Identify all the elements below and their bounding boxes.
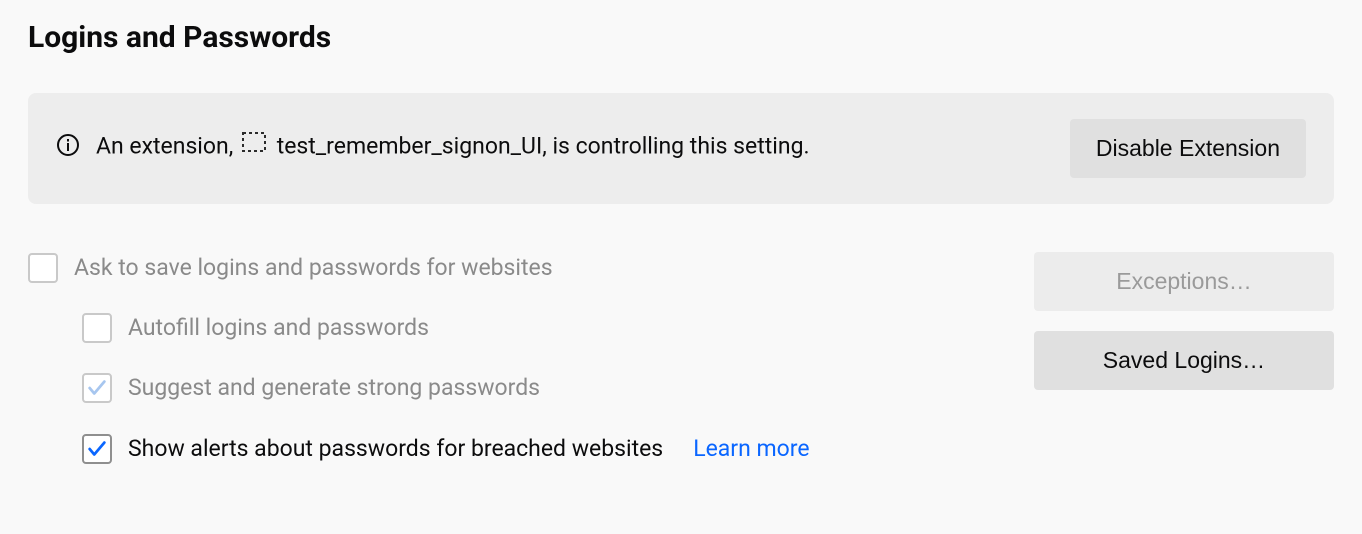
option-breach-alerts: Show alerts about passwords for breached… (82, 433, 994, 465)
label-suggest-generate: Suggest and generate strong passwords (128, 372, 540, 404)
exceptions-button: Exceptions… (1034, 252, 1334, 311)
options-list: Ask to save logins and passwords for web… (28, 252, 994, 465)
notice-content: An extension, test_remember_signon_UI, i… (56, 129, 1030, 168)
option-autofill: Autofill logins and passwords (82, 312, 994, 344)
label-ask-save: Ask to save logins and passwords for web… (74, 252, 553, 284)
learn-more-link[interactable]: Learn more (693, 433, 809, 465)
checkbox-suggest-generate (82, 373, 112, 403)
extension-notice: An extension, test_remember_signon_UI, i… (28, 93, 1334, 204)
extension-icon (241, 129, 267, 166)
notice-prefix: An extension, (96, 133, 233, 160)
options-buttons: Exceptions… Saved Logins… (1034, 252, 1334, 390)
info-icon (56, 133, 80, 168)
notice-extension-name: test_remember_signon_UI (277, 133, 543, 160)
option-suggest-generate: Suggest and generate strong passwords (82, 372, 994, 404)
notice-text: An extension, test_remember_signon_UI, i… (96, 129, 810, 166)
options-area: Ask to save logins and passwords for web… (28, 252, 1334, 465)
notice-suffix: , is controlling this setting. (542, 133, 809, 160)
label-autofill: Autofill logins and passwords (128, 312, 429, 344)
checkbox-breach-alerts[interactable] (82, 434, 112, 464)
label-breach-alerts: Show alerts about passwords for breached… (128, 433, 663, 465)
option-ask-save: Ask to save logins and passwords for web… (28, 252, 994, 284)
checkbox-ask-save (28, 253, 58, 283)
checkbox-autofill (82, 313, 112, 343)
disable-extension-button[interactable]: Disable Extension (1070, 119, 1306, 178)
saved-logins-button[interactable]: Saved Logins… (1034, 331, 1334, 390)
section-title: Logins and Passwords (28, 20, 1334, 55)
